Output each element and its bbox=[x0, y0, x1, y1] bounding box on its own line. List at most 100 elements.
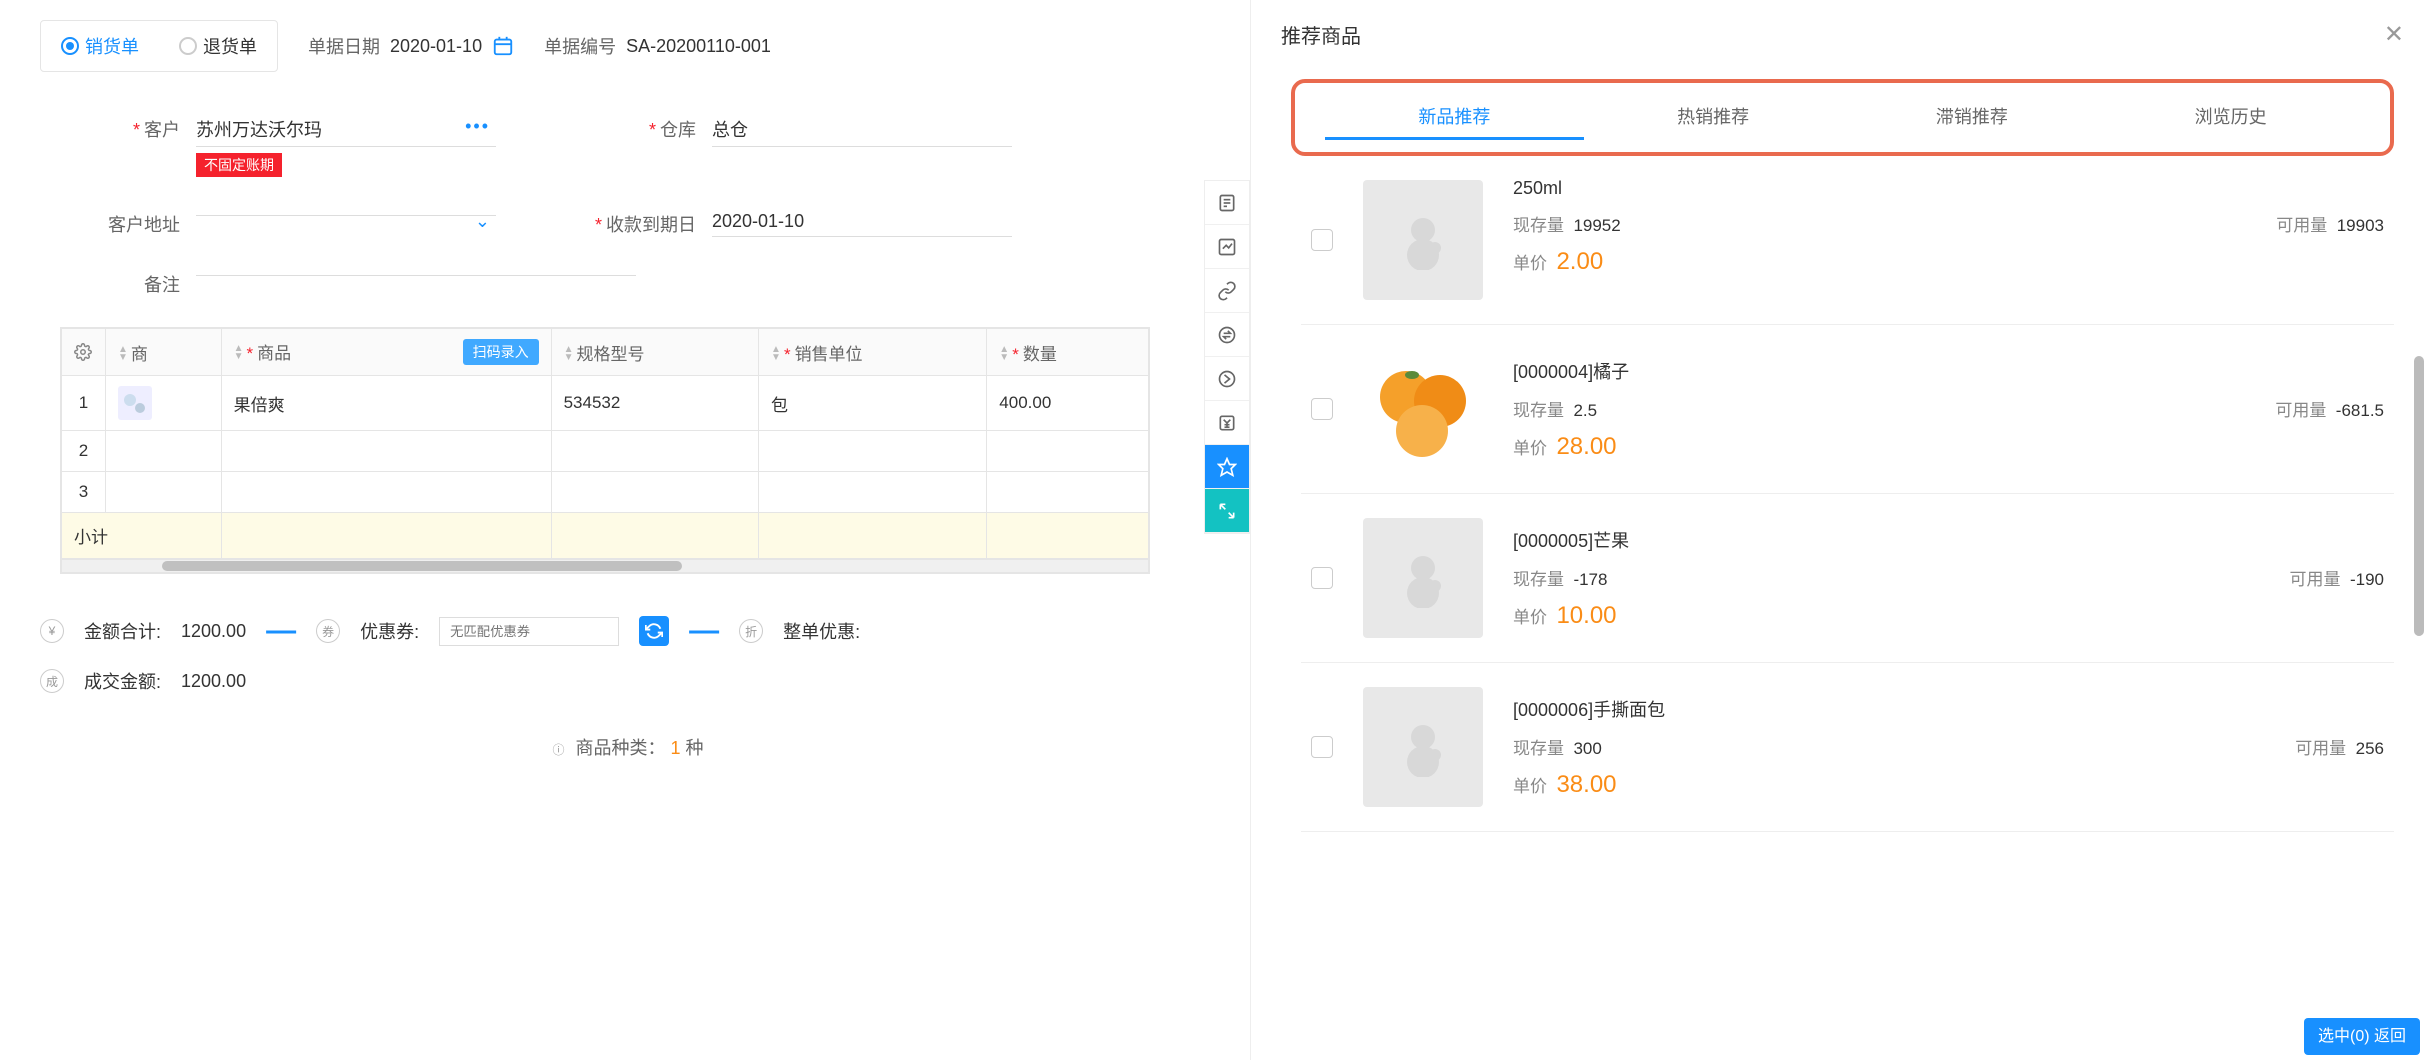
paydate-value: 2020-01-10 bbox=[712, 211, 804, 231]
close-icon[interactable]: ✕ bbox=[2384, 20, 2404, 49]
product-list[interactable]: 250ml 现存量 19952 可用量 19903 单价 2.00 [00000… bbox=[1251, 156, 2434, 1008]
col-qty[interactable]: ▲▼*数量 bbox=[987, 329, 1149, 376]
select-return-button[interactable]: 选中(0) 返回 bbox=[2304, 1018, 2420, 1055]
info-icon: ⓘ bbox=[546, 738, 570, 762]
bookmark-icon[interactable] bbox=[1205, 357, 1249, 401]
doc-number-label: 单据编号 bbox=[544, 33, 616, 59]
tab-new[interactable]: 新品推荐 bbox=[1325, 95, 1584, 140]
product-checkbox[interactable] bbox=[1311, 398, 1333, 420]
paydate-field[interactable]: *收款到期日 2020-01-10 bbox=[576, 207, 1012, 237]
star-icon[interactable] bbox=[1205, 445, 1249, 489]
product-item[interactable]: [0000005]芒果 现存量 -178 可用量 -190 单价 10.00 bbox=[1301, 494, 2394, 663]
recommended-products-panel: 推荐商品 ✕ 新品推荐 热销推荐 滞销推荐 浏览历史 250ml 现存量 199… bbox=[1250, 0, 2434, 1060]
tab-sales-label: 销货单 bbox=[85, 33, 139, 59]
col-image[interactable]: ▲▼商 bbox=[106, 329, 222, 376]
chart-icon[interactable] bbox=[1205, 225, 1249, 269]
table-settings-button[interactable] bbox=[62, 329, 106, 376]
exchange-icon[interactable] bbox=[1205, 313, 1249, 357]
vertical-scrollbar[interactable] bbox=[2414, 356, 2424, 636]
amount-total-value: 1200.00 bbox=[181, 621, 246, 642]
doc-date-label: 单据日期 bbox=[308, 33, 380, 59]
product-title: [0000004]橘子 bbox=[1513, 358, 2384, 384]
sales-order-form: 销货单 退货单 单据日期 2020-01-10 单据编号 SA-20200110… bbox=[0, 0, 1250, 1060]
product-title: [0000005]芒果 bbox=[1513, 527, 2384, 553]
col-spec[interactable]: ▲▼规格型号 bbox=[551, 329, 758, 376]
warehouse-value: 总仓 bbox=[712, 120, 748, 140]
col-unit[interactable]: ▲▼*销售单位 bbox=[759, 329, 987, 376]
paydate-label: 收款到期日 bbox=[606, 215, 696, 235]
tab-hot[interactable]: 热销推荐 bbox=[1584, 95, 1843, 140]
product-item[interactable]: [0000006]手撕面包 现存量 300 可用量 256 单价 38.00 bbox=[1301, 663, 2394, 832]
amount-total-label: 金额合计: bbox=[84, 618, 161, 644]
expand-icon[interactable] bbox=[1205, 489, 1249, 533]
money-icon[interactable] bbox=[1205, 401, 1249, 445]
customer-field[interactable]: *客户 苏州万达沃尔玛••• 不固定账期 bbox=[60, 112, 496, 177]
product-image-placeholder bbox=[1363, 687, 1483, 807]
table-row[interactable]: 1果倍爽534532包400.00 bbox=[62, 376, 1149, 431]
product-checkbox[interactable] bbox=[1311, 567, 1333, 589]
horizontal-scrollbar[interactable] bbox=[61, 559, 1149, 573]
kinds-suffix: 种 bbox=[686, 738, 704, 758]
kinds-value: 1 bbox=[671, 738, 681, 758]
tab-history[interactable]: 浏览历史 bbox=[2101, 95, 2360, 140]
remark-label: 备注 bbox=[144, 275, 180, 295]
product-checkbox[interactable] bbox=[1311, 229, 1333, 251]
footer-info: ⓘ 商品种类： 1 种 bbox=[40, 714, 1210, 782]
link-icon[interactable] bbox=[1205, 269, 1249, 313]
discount-icon: 折 bbox=[739, 619, 763, 643]
tab-sales-order[interactable]: 销货单 bbox=[41, 21, 159, 71]
side-toolbar bbox=[1204, 180, 1250, 534]
note-icon[interactable] bbox=[1205, 181, 1249, 225]
doc-type-tabs: 销货单 退货单 bbox=[40, 20, 278, 72]
tab-return-label: 退货单 bbox=[203, 33, 257, 59]
chevron-down-icon[interactable]: ⌄ bbox=[475, 211, 490, 232]
coupon-input[interactable] bbox=[439, 617, 619, 646]
doc-date-value: 2020-01-10 bbox=[390, 36, 482, 57]
product-item[interactable]: 250ml 现存量 19952 可用量 19903 单价 2.00 bbox=[1301, 156, 2394, 325]
totals-section: ¥ 金额合计: 1200.00 — 券 优惠券: — 折 整单优惠: 成 成交金… bbox=[40, 594, 1210, 714]
warehouse-field[interactable]: *仓库 总仓 bbox=[576, 112, 1012, 177]
doc-date-field[interactable]: 单据日期 2020-01-10 bbox=[308, 33, 514, 59]
col-product[interactable]: ▲▼*商品扫码录入 bbox=[221, 329, 551, 376]
customer-label: 客户 bbox=[144, 120, 180, 140]
account-period-badge: 不固定账期 bbox=[196, 153, 282, 177]
ellipsis-icon[interactable]: ••• bbox=[465, 116, 490, 137]
remark-field[interactable]: 备注 bbox=[60, 267, 636, 297]
radio-unchecked-icon bbox=[179, 37, 197, 55]
dash-icon: — bbox=[266, 614, 296, 648]
tab-slow[interactable]: 滞销推荐 bbox=[1843, 95, 2102, 140]
coupon-icon: 券 bbox=[316, 619, 340, 643]
product-image-placeholder bbox=[1363, 180, 1483, 300]
dash-icon: — bbox=[689, 614, 719, 648]
warehouse-label: 仓库 bbox=[660, 120, 696, 140]
customer-value: 苏州万达沃尔玛 bbox=[196, 120, 322, 140]
scan-input-button[interactable]: 扫码录入 bbox=[463, 339, 539, 365]
tab-return-order[interactable]: 退货单 bbox=[159, 21, 277, 71]
deal-amount-value: 1200.00 bbox=[181, 671, 246, 692]
doc-number-value: SA-20200110-001 bbox=[626, 36, 771, 57]
product-title: [0000006]手撕面包 bbox=[1513, 696, 2384, 722]
address-field[interactable]: 客户地址 ⌄ bbox=[60, 207, 496, 237]
currency-icon: ¥ bbox=[40, 619, 64, 643]
radio-checked-icon bbox=[61, 37, 79, 55]
calendar-icon[interactable] bbox=[492, 35, 514, 57]
doc-number-field: 单据编号 SA-20200110-001 bbox=[544, 33, 771, 59]
form-area: *客户 苏州万达沃尔玛••• 不固定账期 *仓库 总仓 客户地址 ⌄ * bbox=[40, 92, 1210, 594]
product-item[interactable]: [0000004]橘子 现存量 2.5 可用量 -681.5 单价 28.00 bbox=[1301, 325, 2394, 494]
items-table: ▲▼商 ▲▼*商品扫码录入 ▲▼规格型号 ▲▼*销售单位 ▲▼*数量 1果倍爽5… bbox=[60, 327, 1150, 574]
kinds-label: 商品种类： bbox=[575, 738, 665, 758]
address-label: 客户地址 bbox=[108, 215, 180, 235]
coupon-label: 优惠券: bbox=[360, 618, 419, 644]
product-checkbox[interactable] bbox=[1311, 736, 1333, 758]
table-row[interactable]: 3 bbox=[62, 472, 1149, 513]
scrollbar-thumb[interactable] bbox=[162, 561, 682, 571]
refresh-coupon-button[interactable] bbox=[639, 616, 669, 646]
deal-amount-label: 成交金额: bbox=[84, 668, 161, 694]
whole-discount-label: 整单优惠: bbox=[783, 618, 860, 644]
product-title: 250ml bbox=[1513, 178, 2384, 199]
subtotal-row: 小计 bbox=[62, 513, 1149, 559]
product-image bbox=[1363, 349, 1483, 469]
table-row[interactable]: 2 bbox=[62, 431, 1149, 472]
recommendation-tabs: 新品推荐 热销推荐 滞销推荐 浏览历史 bbox=[1291, 79, 2394, 156]
deal-icon: 成 bbox=[40, 669, 64, 693]
